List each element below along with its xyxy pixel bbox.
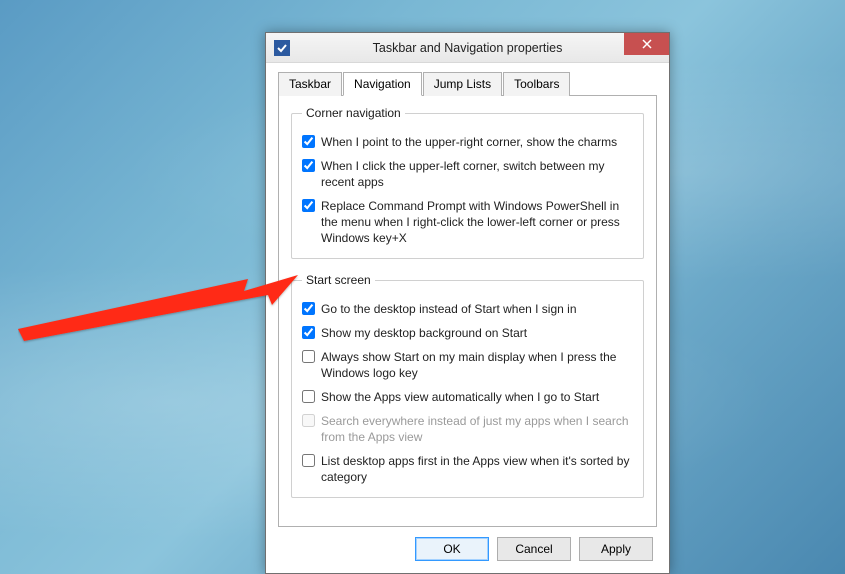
checkbox-start-main-display[interactable]: [302, 350, 315, 363]
close-icon: [642, 39, 652, 49]
option-label: Replace Command Prompt with Windows Powe…: [321, 198, 633, 246]
option-label: Always show Start on my main display whe…: [321, 349, 633, 381]
option-list-desktop-first[interactable]: List desktop apps first in the Apps view…: [302, 453, 633, 485]
option-label: Search everywhere instead of just my app…: [321, 413, 633, 445]
window-title: Taskbar and Navigation properties: [290, 41, 669, 55]
titlebar: Taskbar and Navigation properties: [266, 33, 669, 63]
checkbox-desktop-bg-on-start[interactable]: [302, 326, 315, 339]
app-icon: [274, 40, 290, 56]
option-label: Show my desktop background on Start: [321, 325, 527, 341]
option-label: Go to the desktop instead of Start when …: [321, 301, 577, 317]
dialog-content: Taskbar Navigation Jump Lists Toolbars C…: [266, 63, 669, 573]
cancel-button[interactable]: Cancel: [497, 537, 571, 561]
tab-taskbar[interactable]: Taskbar: [278, 72, 342, 96]
checkbox-list-desktop-first[interactable]: [302, 454, 315, 467]
checkbox-charms[interactable]: [302, 135, 315, 148]
option-label: When I point to the upper-right corner, …: [321, 134, 617, 150]
tab-panel-navigation: Corner navigation When I point to the up…: [278, 96, 657, 527]
group-corner-navigation: Corner navigation When I point to the up…: [291, 106, 644, 259]
option-start-main-display[interactable]: Always show Start on my main display whe…: [302, 349, 633, 381]
ok-button[interactable]: OK: [415, 537, 489, 561]
apply-button[interactable]: Apply: [579, 537, 653, 561]
checkbox-search-everywhere: [302, 414, 315, 427]
tab-navigation[interactable]: Navigation: [343, 72, 422, 96]
option-powershell[interactable]: Replace Command Prompt with Windows Powe…: [302, 198, 633, 246]
tab-toolbars[interactable]: Toolbars: [503, 72, 570, 96]
option-label: When I click the upper-left corner, swit…: [321, 158, 633, 190]
checkbox-recent-apps[interactable]: [302, 159, 315, 172]
checkbox-apps-view-auto[interactable]: [302, 390, 315, 403]
option-label: Show the Apps view automatically when I …: [321, 389, 599, 405]
group-start-screen: Start screen Go to the desktop instead o…: [291, 273, 644, 498]
option-apps-view-auto[interactable]: Show the Apps view automatically when I …: [302, 389, 633, 405]
option-desktop-bg-on-start[interactable]: Show my desktop background on Start: [302, 325, 633, 341]
properties-dialog: Taskbar and Navigation properties Taskba…: [265, 32, 670, 574]
dialog-buttons: OK Cancel Apply: [278, 527, 657, 561]
tab-strip: Taskbar Navigation Jump Lists Toolbars: [278, 71, 657, 96]
group-legend: Start screen: [302, 273, 375, 287]
checkbox-desktop-on-signin[interactable]: [302, 302, 315, 315]
close-button[interactable]: [624, 33, 669, 55]
checkbox-powershell[interactable]: [302, 199, 315, 212]
group-legend: Corner navigation: [302, 106, 405, 120]
option-recent-apps[interactable]: When I click the upper-left corner, swit…: [302, 158, 633, 190]
option-label: List desktop apps first in the Apps view…: [321, 453, 633, 485]
option-search-everywhere: Search everywhere instead of just my app…: [302, 413, 633, 445]
option-charms[interactable]: When I point to the upper-right corner, …: [302, 134, 633, 150]
tab-jump-lists[interactable]: Jump Lists: [423, 72, 502, 96]
option-desktop-on-signin[interactable]: Go to the desktop instead of Start when …: [302, 301, 633, 317]
